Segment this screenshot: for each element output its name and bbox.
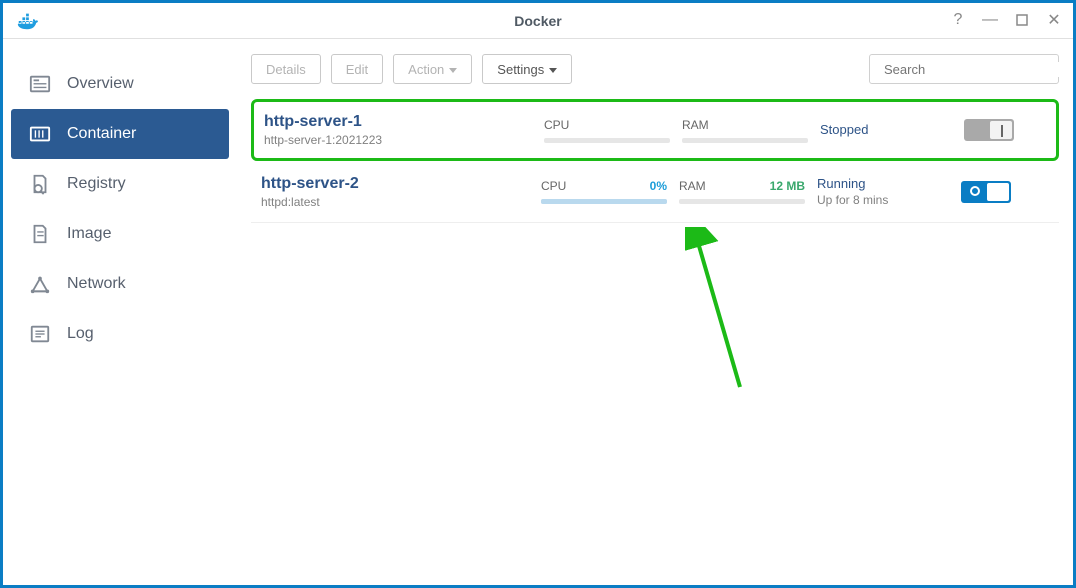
settings-button[interactable]: Settings: [482, 54, 572, 84]
cpu-bar: [544, 138, 670, 143]
main-panel: Details Edit Action Settings http-server…: [237, 39, 1073, 585]
status-subtext: Up for 8 mins: [817, 193, 957, 207]
close-button[interactable]: ✕: [1039, 3, 1069, 37]
image-icon: [29, 223, 51, 245]
container-name: http-server-1: [264, 113, 544, 131]
power-toggle[interactable]: [964, 119, 1014, 141]
container-image: httpd:latest: [261, 195, 541, 209]
search-box[interactable]: [869, 54, 1059, 84]
toolbar: Details Edit Action Settings: [237, 39, 1073, 99]
ram-bar: [682, 138, 808, 143]
sidebar-item-label: Image: [67, 225, 111, 243]
status-text: Running: [817, 176, 957, 191]
sidebar-item-image[interactable]: Image: [3, 209, 237, 259]
sidebar-item-container[interactable]: Container: [11, 109, 229, 159]
window-controls: ? — ✕: [943, 3, 1069, 37]
container-row[interactable]: http-server-1 http-server-1:2021223 CPU …: [251, 99, 1059, 161]
sidebar-item-label: Registry: [67, 175, 126, 193]
titlebar: Docker ? — ✕: [3, 3, 1073, 39]
power-toggle[interactable]: [961, 181, 1011, 203]
ram-label: RAM: [679, 179, 706, 193]
docker-window: Docker ? — ✕ Overview Container Registry: [0, 0, 1076, 588]
sidebar-item-network[interactable]: Network: [3, 259, 237, 309]
maximize-button[interactable]: [1007, 3, 1037, 37]
container-icon: [29, 123, 51, 145]
search-input[interactable]: [884, 62, 1060, 77]
cpu-bar: [541, 199, 667, 204]
container-name: http-server-2: [261, 175, 541, 193]
container-row[interactable]: http-server-2 httpd:latest CPU 0% RAM: [251, 161, 1059, 223]
cpu-value: 0%: [650, 179, 667, 193]
sidebar-item-label: Log: [67, 325, 94, 343]
sidebar: Overview Container Registry Image Networ…: [3, 39, 237, 585]
sidebar-item-log[interactable]: Log: [3, 309, 237, 359]
annotation-arrow: [685, 227, 765, 397]
cpu-label: CPU: [544, 118, 569, 132]
sidebar-item-label: Container: [67, 125, 136, 143]
chevron-down-icon: [449, 68, 457, 73]
sidebar-item-label: Overview: [67, 75, 134, 93]
sidebar-item-overview[interactable]: Overview: [3, 59, 237, 109]
details-button[interactable]: Details: [251, 54, 321, 84]
edit-button[interactable]: Edit: [331, 54, 383, 84]
registry-icon: [29, 173, 51, 195]
network-icon: [29, 273, 51, 295]
cpu-label: CPU: [541, 179, 566, 193]
container-image: http-server-1:2021223: [264, 133, 544, 147]
log-icon: [29, 323, 51, 345]
overview-icon: [29, 73, 51, 95]
status-text: Stopped: [820, 122, 960, 137]
docker-icon: [9, 3, 45, 39]
container-list: http-server-1 http-server-1:2021223 CPU …: [237, 99, 1073, 223]
minimize-button[interactable]: —: [975, 3, 1005, 37]
sidebar-item-registry[interactable]: Registry: [3, 159, 237, 209]
chevron-down-icon: [549, 68, 557, 73]
window-title: Docker: [514, 13, 561, 29]
action-button[interactable]: Action: [393, 54, 472, 84]
sidebar-item-label: Network: [67, 275, 126, 293]
help-button[interactable]: ?: [943, 3, 973, 37]
ram-label: RAM: [682, 118, 709, 132]
ram-value: 12 MB: [770, 179, 805, 193]
ram-bar: [679, 199, 805, 204]
